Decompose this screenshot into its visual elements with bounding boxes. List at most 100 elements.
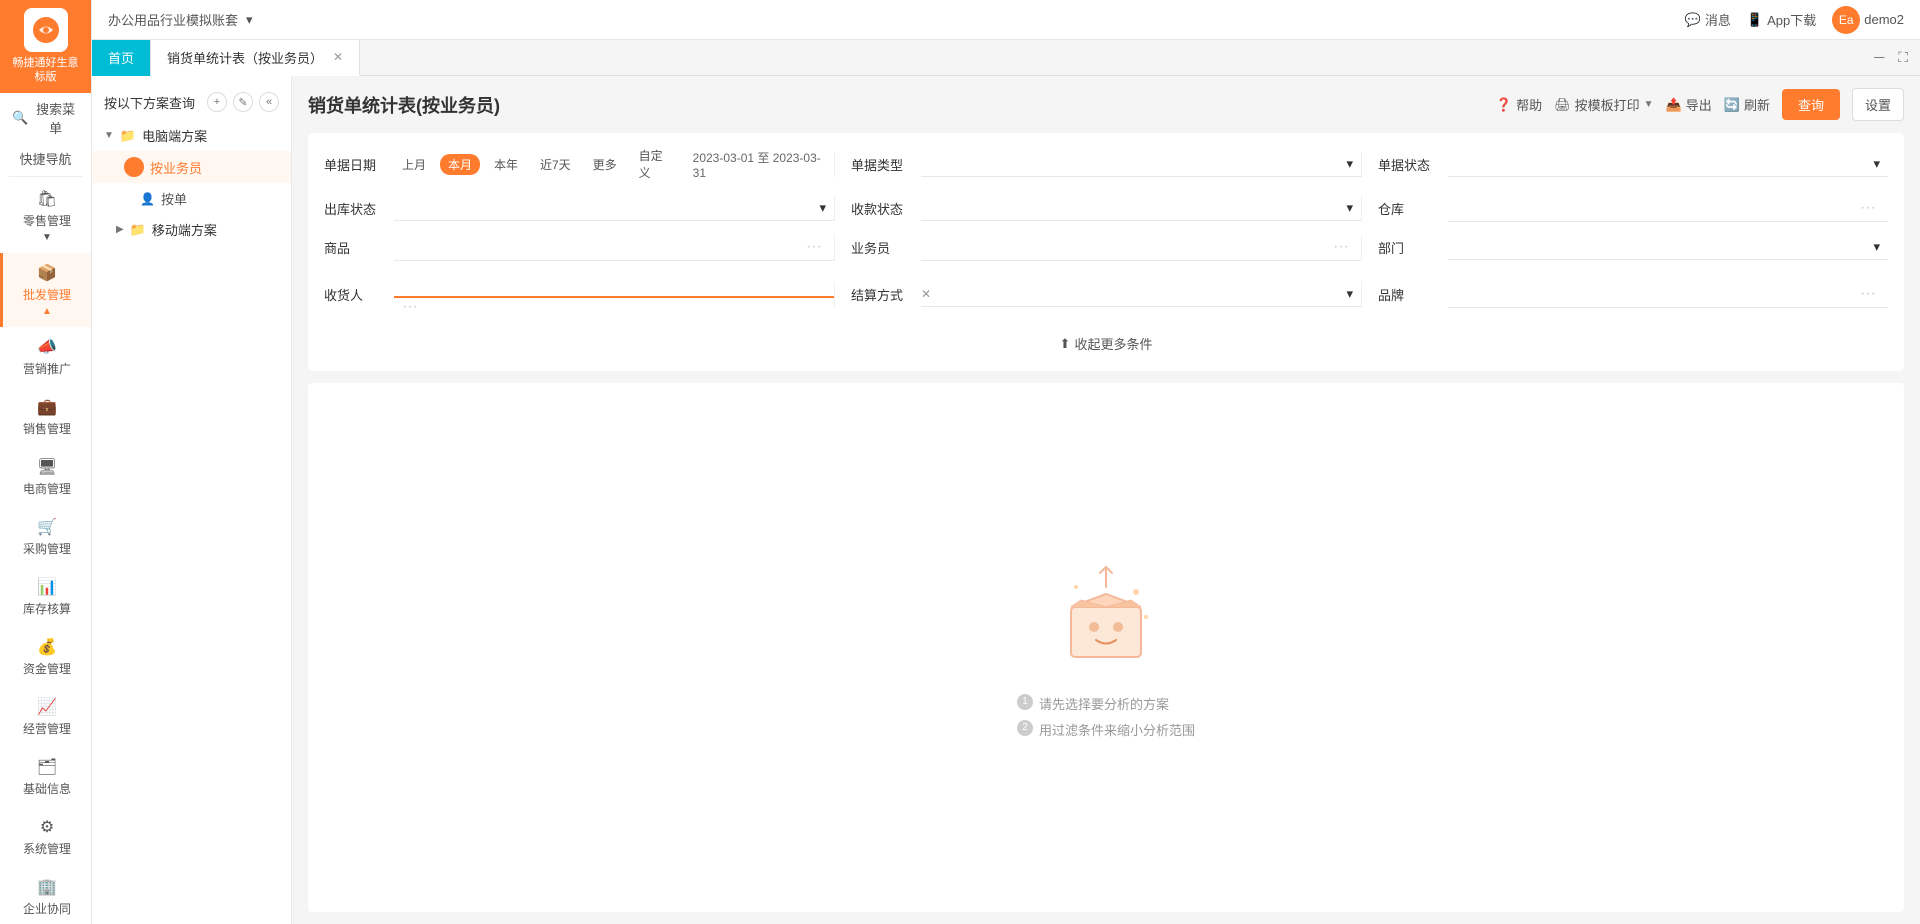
warehouse-label: 仓库: [1378, 199, 1448, 218]
date-tab-thismonth[interactable]: 本月: [440, 154, 480, 175]
sidebar-item-enterprise[interactable]: 🏢 企业协同: [0, 867, 91, 924]
sidebar-item-purchase[interactable]: 🛒 采购管理: [0, 507, 91, 567]
sidebar-item-sales[interactable]: 💼 销售管理: [0, 387, 91, 447]
brand-control: ···: [1448, 281, 1888, 308]
refresh-icon: 🔄: [1724, 97, 1740, 113]
tree-group-mobile: ▶ 📁 移动端方案: [92, 214, 291, 245]
logo-label: 畅捷通好生意 标版: [6, 56, 85, 85]
tree-item-by-doc[interactable]: 👤 按单: [92, 183, 291, 214]
purchase-icon: 🛒: [37, 517, 57, 537]
tabbar: 首页 销货单统计表（按业务员） ✕ － ⛶: [92, 40, 1920, 76]
tab-close-icon[interactable]: ✕: [333, 50, 343, 64]
search-icon: 🔍: [12, 110, 28, 126]
tree-group-mobile-header[interactable]: ▶ 📁 移动端方案: [92, 214, 291, 245]
download-icon: 📱: [1747, 12, 1763, 28]
add-scheme-button[interactable]: +: [207, 92, 227, 112]
tree-arrow-icon: ▼: [104, 130, 114, 141]
outstatus-select[interactable]: ▾: [394, 196, 834, 221]
goods-control: ···: [394, 234, 834, 261]
tree-group-desktop-header[interactable]: ▼ 📁 电脑端方案: [92, 120, 291, 151]
left-panel: 按以下方案查询 + ✎ « ▼ 📁 电脑端方案 按业务员: [92, 76, 292, 924]
payment-arrow-icon: ▾: [1346, 286, 1353, 302]
date-tab-custom[interactable]: 自定义: [631, 145, 683, 183]
export-button[interactable]: 📤 导出: [1666, 95, 1712, 114]
salesperson-select[interactable]: ···: [921, 234, 1361, 261]
date-tab-more[interactable]: 更多: [585, 154, 625, 175]
sidebar-item-system[interactable]: ⚙ 系统管理: [0, 807, 91, 867]
quick-nav[interactable]: 快捷导航: [7, 143, 83, 174]
filter-item-docstatus: 单据状态 ▾: [1361, 152, 1888, 177]
edit-scheme-button[interactable]: ✎: [233, 92, 253, 112]
marketing-icon: 📣: [37, 337, 57, 357]
help-button[interactable]: ❓ 帮助: [1496, 95, 1542, 114]
salesperson-label: 业务员: [851, 238, 921, 257]
consignee-label: 收货人: [324, 285, 394, 304]
refresh-button[interactable]: 🔄 刷新: [1724, 95, 1770, 114]
date-tab-lastmonth[interactable]: 上月: [394, 154, 434, 175]
tip-item-2: 2 用过滤条件来缩小分析范围: [1017, 718, 1195, 744]
outstatus-control: ▾: [394, 196, 834, 221]
sidebar-item-finance[interactable]: 💰 资金管理: [0, 627, 91, 687]
page-actions: ❓ 帮助 🖨 按模板打印 ▼ 📤 导出 🔄 刷新: [1496, 88, 1904, 121]
dept-label: 部门: [1378, 238, 1448, 257]
collapse-panel-button[interactable]: «: [259, 92, 279, 112]
logo-icon: [24, 8, 68, 52]
sidebar-item-basic[interactable]: 🗂 基础信息: [0, 747, 91, 807]
tree-folder2-icon: 📁: [130, 222, 146, 238]
goods-select[interactable]: ···: [394, 234, 834, 261]
consignee-dots-icon: ···: [398, 298, 422, 316]
date-control: 上月 本月 本年 近7天 更多 自定义 2023-03-01 至 2023-03…: [394, 145, 834, 183]
goods-label: 商品: [324, 238, 394, 257]
operations-icon: 📈: [37, 697, 57, 717]
retail-arrow: ▼: [42, 232, 52, 243]
filter-item-brand: 品牌 ···: [1361, 281, 1888, 308]
user-profile[interactable]: Ea demo2: [1832, 6, 1904, 34]
tree-arrow2-icon: ▶: [116, 224, 124, 235]
filter-section: 单据日期 上月 本月 本年 近7天 更多 自定义 2023-03-01 至 20…: [308, 133, 1904, 371]
collapse-filters-button[interactable]: ⬆ 收起更多条件: [324, 328, 1888, 359]
search-menu[interactable]: 🔍 搜索菜单: [0, 93, 91, 143]
msg-button[interactable]: 💬 消息: [1685, 10, 1731, 29]
brand-label: 品牌: [1378, 285, 1448, 304]
settings-button[interactable]: 设置: [1852, 88, 1904, 121]
sidebar-item-operations[interactable]: 📈 经营管理: [0, 687, 91, 747]
filter-row-4: 收货人 ··· 结算方式 ✕ ▾: [324, 273, 1888, 316]
dept-select[interactable]: ▾: [1448, 235, 1888, 260]
topbar-dropdown[interactable]: ▾: [246, 12, 253, 28]
app-download-button[interactable]: 📱 App下载: [1747, 10, 1816, 29]
date-tab-7days[interactable]: 近7天: [532, 154, 579, 175]
print-dropdown-icon: ▼: [1644, 99, 1654, 110]
query-button[interactable]: 查询: [1782, 89, 1840, 120]
receiptstatus-select[interactable]: ▾: [921, 196, 1361, 221]
sidebar-item-marketing[interactable]: 📣 营销推广: [0, 327, 91, 387]
docstatus-select[interactable]: ▾: [1448, 152, 1888, 177]
sidebar-item-ecom[interactable]: 🖥 电商管理: [0, 447, 91, 507]
tree-item-active-icon: [124, 157, 144, 177]
sidebar-item-retail[interactable]: 🛍 零售管理 ▼: [0, 179, 91, 253]
tab-minimize-button[interactable]: －: [1868, 44, 1890, 72]
brand-select[interactable]: ···: [1448, 281, 1888, 308]
person-icon: 👤: [140, 192, 155, 206]
topbar-right: 💬 消息 📱 App下载 Ea demo2: [1685, 6, 1904, 34]
dept-control: ▾: [1448, 235, 1888, 260]
payment-select[interactable]: ✕ ▾: [921, 282, 1361, 307]
filter-item-date: 单据日期 上月 本月 本年 近7天 更多 自定义 2023-03-01 至 20…: [324, 145, 834, 183]
basic-icon: 🗂: [37, 757, 57, 777]
payment-clear-icon[interactable]: ✕: [921, 287, 931, 301]
tab-maximize-button[interactable]: ⛶: [1894, 45, 1912, 70]
tree-item-by-salesperson[interactable]: 按业务员: [92, 151, 291, 183]
ecom-icon: 🖥: [37, 457, 57, 477]
sidebar-item-inventory[interactable]: 📊 库存核算: [0, 567, 91, 627]
date-tab-thisyear[interactable]: 本年: [486, 154, 526, 175]
doctype-select[interactable]: ▾: [921, 152, 1361, 177]
tree-folder-icon: 📁: [120, 128, 136, 144]
consignee-input[interactable]: [394, 273, 834, 298]
print-button[interactable]: 🖨 按模板打印 ▼: [1554, 95, 1653, 114]
tab-sales-stat[interactable]: 销货单统计表（按业务员） ✕: [151, 40, 360, 76]
inventory-icon: 📊: [37, 577, 57, 597]
sidebar-item-wholesale[interactable]: 📦 批发管理 ▲: [0, 253, 91, 327]
tab-home[interactable]: 首页: [92, 40, 151, 76]
wholesale-arrow: ▲: [42, 306, 52, 317]
empty-tips: 1 请先选择要分析的方案 2 用过滤条件来缩小分析范围: [1017, 692, 1195, 744]
warehouse-select[interactable]: ···: [1448, 195, 1888, 222]
